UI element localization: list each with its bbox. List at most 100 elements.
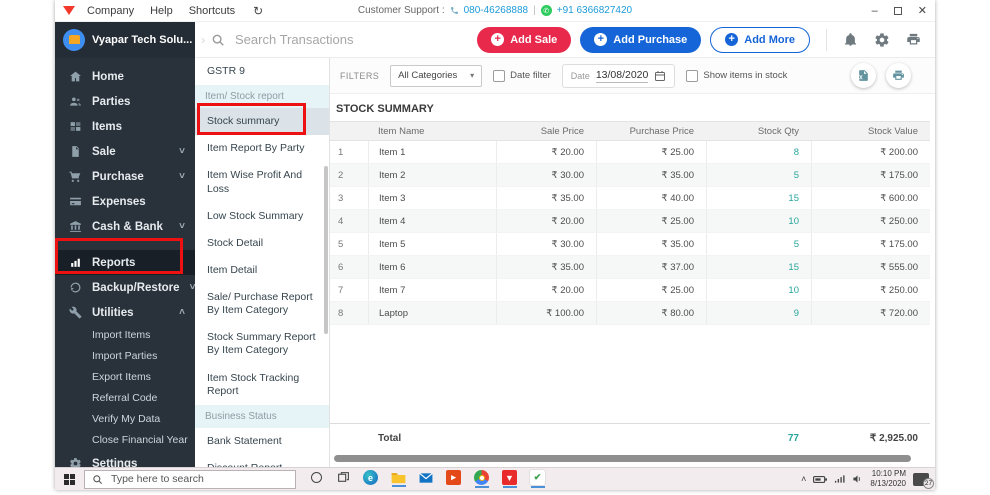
maximize-button[interactable]	[893, 6, 902, 15]
table-row[interactable]: 7 Item 7 ₹ 20.00 ₹ 25.00 10 ₹ 250.00	[330, 279, 930, 302]
table-row[interactable]: 4 Item 4 ₹ 20.00 ₹ 25.00 10 ₹ 250.00	[330, 210, 930, 233]
plus-icon: +	[594, 33, 608, 46]
horizontal-scrollbar[interactable]	[334, 455, 929, 463]
print-report-button[interactable]	[886, 63, 911, 88]
transaction-search[interactable]	[211, 31, 468, 48]
settings-gear-icon[interactable]	[874, 32, 890, 48]
sidebar-item-cash-bank[interactable]: Cash & Bank ˅	[55, 214, 195, 239]
task-view-button[interactable]	[336, 471, 350, 487]
vyapar-app-icon[interactable]: ▼	[502, 470, 517, 488]
submenu-item-bank-statement[interactable]: Bank Statement	[195, 428, 329, 455]
table-row[interactable]: 8 Laptop ₹ 100.00 ₹ 80.00 9 ₹ 720.00	[330, 302, 930, 325]
submenu-item-discount-report[interactable]: Discount Report	[195, 455, 329, 467]
export-excel-button[interactable]	[851, 63, 876, 88]
date-picker[interactable]: Date 13/08/2020	[561, 63, 676, 88]
bar-chart-icon	[68, 256, 82, 269]
edge-icon[interactable]: e	[363, 470, 378, 488]
submenu-item-low-stock-summary[interactable]: Low Stock Summary	[195, 203, 329, 230]
date-value[interactable]: 13/08/2020	[595, 69, 649, 83]
show-items-in-stock-label: Show items in stock	[703, 70, 788, 81]
file-explorer-icon[interactable]	[391, 471, 406, 487]
refresh-icon[interactable]: ↻	[253, 4, 263, 18]
sidebar-item-reports[interactable]: Reports	[55, 250, 195, 275]
category-dropdown[interactable]: All Categories ▾	[390, 64, 483, 87]
taskbar-search-input[interactable]	[109, 472, 269, 486]
table-row[interactable]: 3 Item 3 ₹ 35.00 ₹ 40.00 15 ₹ 600.00	[330, 187, 930, 210]
sidebar-item-sale[interactable]: Sale ˅	[55, 139, 195, 164]
submenu-item-item-stock-tracking[interactable]: Item Stock Tracking Report	[195, 365, 329, 405]
sidebar-item-referral-code[interactable]: Referral Code	[55, 388, 195, 409]
calendar-icon[interactable]	[654, 70, 666, 82]
submenu-item-sale-purchase-by-category[interactable]: Sale/ Purchase Report By Item Category	[195, 284, 329, 324]
row-num: 4	[338, 215, 344, 227]
table-row[interactable]: 1 Item 1 ₹ 20.00 ₹ 25.00 8 ₹ 200.00	[330, 141, 930, 164]
add-more-button[interactable]: + Add More	[710, 26, 810, 53]
chrome-icon[interactable]	[474, 470, 489, 488]
submenu-item-gstr9[interactable]: GSTR 9	[195, 58, 329, 85]
purchase-price: ₹ 35.00	[596, 233, 706, 255]
menu-shortcuts[interactable]: Shortcuts	[189, 5, 235, 17]
show-items-in-stock-checkbox[interactable]	[686, 69, 699, 82]
minimize-button[interactable]: –	[872, 5, 878, 17]
close-button[interactable]: ✕	[918, 4, 927, 17]
menu-company[interactable]: Company	[87, 5, 134, 17]
item-name: Item 7	[368, 279, 496, 301]
taskbar-search[interactable]	[84, 469, 296, 489]
filters-label: FILTERS	[340, 70, 380, 81]
sidebar-item-settings[interactable]: Settings	[55, 451, 195, 467]
date-filter-checkbox[interactable]	[493, 69, 506, 82]
table-row[interactable]: 6 Item 6 ₹ 35.00 ₹ 37.00 15 ₹ 555.00	[330, 256, 930, 279]
scrollbar-thumb[interactable]	[334, 455, 912, 462]
report-content: FILTERS All Categories ▾ Date filter Dat…	[330, 58, 935, 467]
sidebar-item-backup-restore[interactable]: Backup/Restore ˅	[55, 275, 195, 300]
search-input[interactable]	[233, 31, 453, 48]
plus-icon: +	[725, 33, 739, 46]
company-switcher[interactable]: Vyapar Tech Solu... ›	[55, 21, 205, 58]
sidebar-item-parties[interactable]: Parties	[55, 89, 195, 114]
sidebar-item-utilities[interactable]: Utilities ˄	[55, 300, 195, 325]
menu-help[interactable]: Help	[150, 5, 173, 17]
sidebar-item-expenses[interactable]: Expenses	[55, 189, 195, 214]
reminders-bell-icon[interactable]	[843, 32, 858, 47]
whatsapp-icon: ✆	[540, 5, 552, 16]
sidebar-item-home[interactable]: Home	[55, 64, 195, 89]
clock[interactable]: 10:10 PM 8/13/2020	[870, 469, 906, 488]
submenu-item-item-report-by-party[interactable]: Item Report By Party	[195, 135, 329, 162]
stock-summary-table: Item Name Sale Price Purchase Price Stoc…	[330, 121, 930, 325]
mail-icon[interactable]	[419, 472, 433, 487]
stock-value: ₹ 600.00	[811, 187, 930, 209]
volume-icon[interactable]	[852, 474, 863, 484]
tray-expand-icon[interactable]: ˄	[801, 474, 806, 484]
submenu-item-stock-detail[interactable]: Stock Detail	[195, 230, 329, 257]
action-center-icon[interactable]: 27	[913, 472, 934, 489]
excel-file-icon	[859, 70, 868, 81]
submenu-scrollbar[interactable]	[324, 166, 328, 334]
cortana-button[interactable]	[309, 472, 323, 486]
sidebar-item-import-parties[interactable]: Import Parties	[55, 346, 195, 367]
purchase-price: ₹ 37.00	[596, 256, 706, 278]
add-purchase-button[interactable]: + Add Purchase	[580, 26, 702, 53]
print-icon[interactable]	[906, 32, 921, 47]
submenu-item-stock-summary[interactable]: Stock summary	[195, 108, 329, 136]
item-name: Item 6	[368, 256, 496, 278]
sidebar-item-verify-my-data[interactable]: Verify My Data	[55, 409, 195, 430]
sidebar-item-close-financial-year[interactable]: Close Financial Year	[55, 430, 195, 451]
table-row[interactable]: 2 Item 2 ₹ 30.00 ₹ 35.00 5 ₹ 175.00	[330, 164, 930, 187]
app-icon-quill[interactable]: ✔	[530, 470, 545, 488]
submenu-item-item-wise-profit-loss[interactable]: Item Wise Profit And Loss	[195, 162, 329, 202]
sidebar-item-import-items[interactable]: Import Items	[55, 325, 195, 346]
submenu-item-stock-summary-by-category[interactable]: Stock Summary Report By Item Category	[195, 324, 329, 364]
battery-icon[interactable]	[813, 475, 828, 484]
sidebar-item-items[interactable]: Items	[55, 114, 195, 139]
network-icon[interactable]	[834, 474, 845, 484]
start-button[interactable]	[55, 473, 84, 485]
app-icon-red[interactable]: ▸	[446, 470, 461, 488]
sidebar-item-export-items[interactable]: Export Items	[55, 367, 195, 388]
add-sale-button[interactable]: + Add Sale	[477, 26, 572, 53]
sidebar-label: Home	[92, 70, 124, 83]
col-stock-qty: Stock Qty	[757, 125, 799, 137]
submenu-item-item-detail[interactable]: Item Detail	[195, 257, 329, 284]
sidebar-item-purchase[interactable]: Purchase ˅	[55, 164, 195, 189]
support-whatsapp: +91 6366827420	[556, 5, 633, 16]
table-row[interactable]: 5 Item 5 ₹ 30.00 ₹ 35.00 5 ₹ 175.00	[330, 233, 930, 256]
